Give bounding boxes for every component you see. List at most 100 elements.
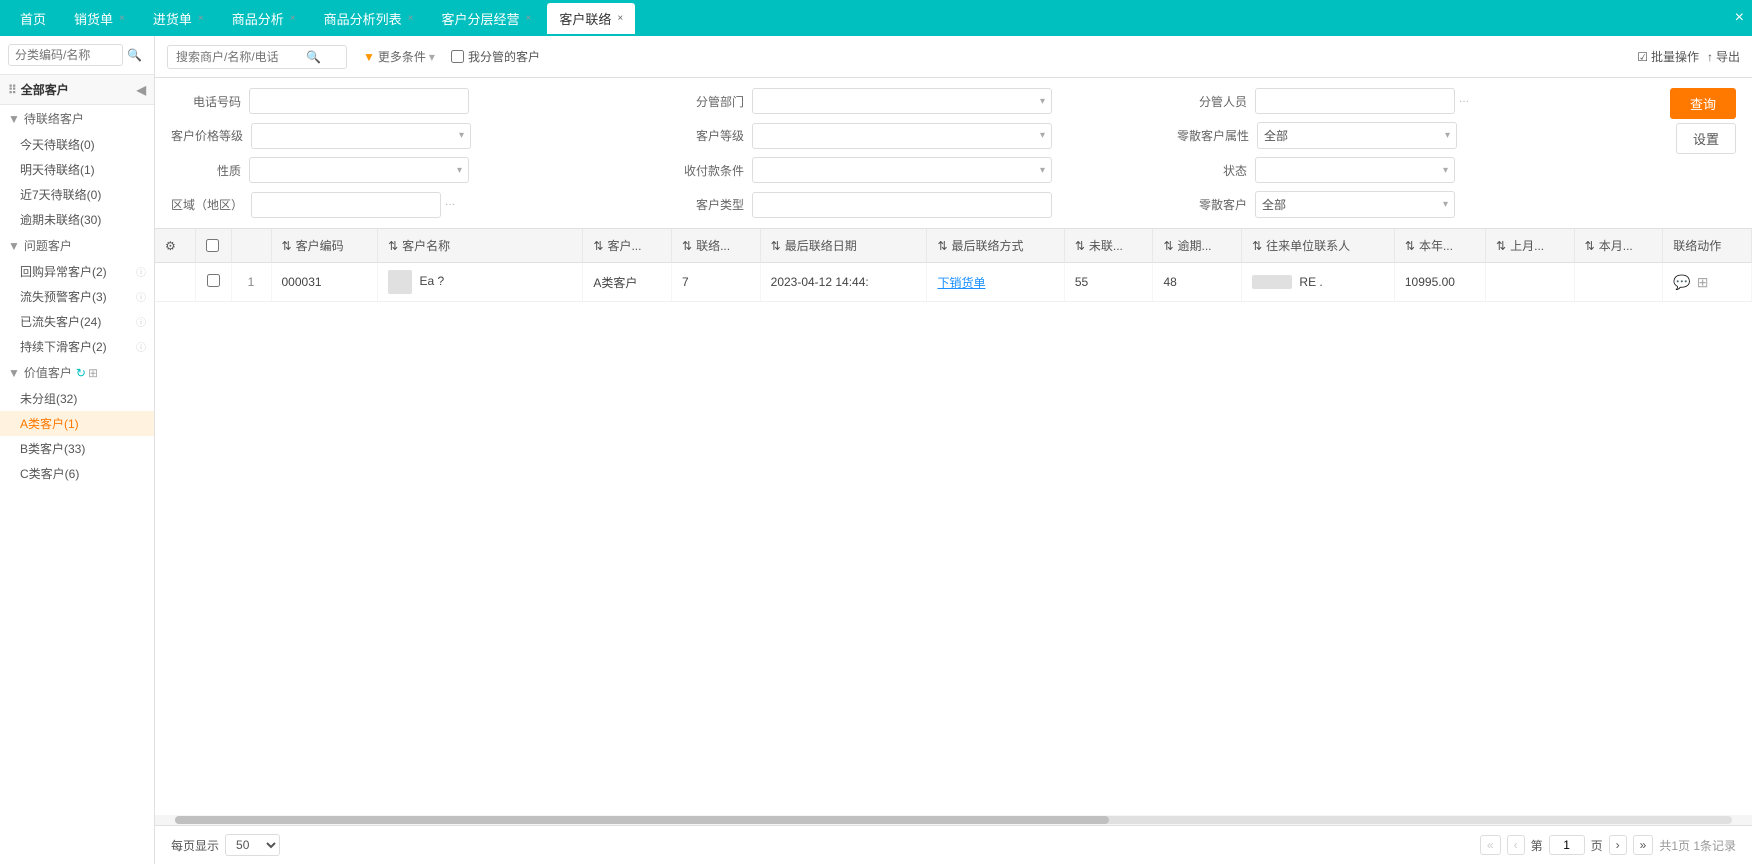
th-last-contact-date[interactable]: ⇅ 最后联络日期 — [760, 229, 927, 263]
th-contact-count[interactable]: ⇅ 联络... — [672, 229, 761, 263]
sidebar-item-overdue[interactable]: 逾期未联络(30) — [0, 207, 154, 232]
th-this-month[interactable]: ⇅ 本月... — [1574, 229, 1663, 263]
filter-person-input[interactable] — [1255, 88, 1455, 114]
filter-customer-level-select[interactable]: ▾ — [752, 123, 1052, 149]
sidebar-item-tomorrow[interactable]: 明天待联络(1) — [0, 157, 154, 182]
close-icon[interactable]: × — [290, 13, 296, 24]
customer-avatar — [388, 270, 412, 294]
page-size-select[interactable]: 50 100 200 — [225, 834, 280, 856]
close-icon[interactable]: × — [525, 13, 531, 24]
sidebar-item-class-c[interactable]: C类客户(6) — [0, 461, 154, 486]
close-all-button[interactable]: × — [1735, 9, 1744, 27]
sidebar-group-problem-title[interactable]: ▼ 问题客户 — [0, 232, 154, 259]
sidebar-search-icon[interactable]: 🔍 — [127, 48, 142, 62]
prev-page-button[interactable]: ‹ — [1507, 835, 1525, 855]
filter-retail-label: 零散客户 — [1177, 196, 1247, 213]
more-options-icon[interactable]: ··· — [445, 199, 455, 210]
first-page-button[interactable]: « — [1480, 835, 1501, 855]
filter-dept-select[interactable]: ▾ — [752, 88, 1052, 114]
refresh-icon[interactable]: ↻ — [76, 366, 86, 380]
filter-customer-type-input[interactable] — [752, 192, 1052, 218]
my-customers-checkbox-label[interactable]: 我分管的客户 — [451, 48, 540, 65]
settings-button[interactable]: 设置 — [1676, 123, 1736, 154]
select-all-checkbox[interactable] — [206, 239, 219, 252]
th-company-contact[interactable]: ⇅ 往来单位联系人 — [1242, 229, 1395, 263]
filter-status-select[interactable]: ▾ — [1255, 157, 1455, 183]
bulk-operation-button[interactable]: ☑ 批量操作 — [1637, 48, 1699, 65]
close-icon[interactable]: × — [198, 13, 204, 24]
last-page-button[interactable]: » — [1633, 835, 1654, 855]
toolbar-search-input[interactable] — [176, 50, 306, 64]
sidebar-collapse-icon[interactable]: ◀ — [137, 83, 146, 97]
my-customers-checkbox[interactable] — [451, 50, 464, 63]
filter-retail-select[interactable]: 全部 ▾ — [1255, 191, 1455, 218]
toolbar-search-icon[interactable]: 🔍 — [306, 50, 321, 64]
sort-icon: ⇅ — [1163, 239, 1173, 253]
sidebar-item-7days[interactable]: 近7天待联络(0) — [0, 182, 154, 207]
nav-tab-customer-contact[interactable]: 客户联络 × — [547, 3, 635, 34]
sidebar-item-churn-warning[interactable]: 流失预警客户(3) ⓘ — [0, 284, 154, 309]
row-gear-cell[interactable] — [155, 263, 195, 302]
filter-phone-input[interactable] — [249, 88, 469, 114]
last-method-link[interactable]: 下销货单 — [937, 276, 985, 290]
sidebar-group-value-title[interactable]: ▼ 价值客户 ↻ ⊞ — [0, 359, 154, 386]
sidebar-group-pending-title[interactable]: ▼ 待联络客户 — [0, 105, 154, 132]
th-last-contact-method[interactable]: ⇅ 最后联络方式 — [927, 229, 1064, 263]
close-icon[interactable]: × — [119, 13, 125, 24]
th-customer-code[interactable]: ⇅ 客户编码 — [271, 229, 378, 263]
sort-icon: ⇅ — [937, 239, 947, 253]
th-last-month[interactable]: ⇅ 上月... — [1486, 229, 1575, 263]
filter-retail-attr-select[interactable]: 全部 ▾ — [1257, 122, 1457, 149]
th-overdue[interactable]: ⇅ 逾期... — [1153, 229, 1242, 263]
message-icon[interactable]: 💬 — [1673, 274, 1690, 291]
th-uncontacted[interactable]: ⇅ 未联... — [1064, 229, 1153, 263]
sidebar-item-declining[interactable]: 持续下滑客户(2) ⓘ — [0, 334, 154, 359]
sort-icon: ⇅ — [282, 239, 292, 253]
close-icon[interactable]: × — [408, 13, 414, 24]
th-this-year[interactable]: ⇅ 本年... — [1394, 229, 1485, 263]
export-button[interactable]: ↑ 导出 — [1707, 48, 1740, 65]
nav-tab-sales[interactable]: 销货单 × — [62, 3, 137, 34]
sidebar-item-class-a[interactable]: A类客户(1) — [0, 411, 154, 436]
th-checkbox[interactable] — [195, 229, 231, 263]
page-number-input[interactable] — [1549, 835, 1585, 855]
total-info: 共1页 1条记录 — [1659, 837, 1736, 854]
th-customer-name[interactable]: ⇅ 客户名称 — [378, 229, 583, 263]
sidebar-all-customers-header[interactable]: ⠿ 全部客户 ◀ — [0, 75, 154, 105]
filter-region-input[interactable] — [251, 192, 441, 218]
info-icon: ⓘ — [136, 264, 146, 279]
sidebar-item-repurchase-anomaly[interactable]: 回购异常客户(2) ⓘ — [0, 259, 154, 284]
th-customer-type[interactable]: ⇅ 客户... — [583, 229, 672, 263]
qr-code-icon[interactable]: ⊞ — [1697, 274, 1709, 291]
row-checkbox-cell[interactable] — [195, 263, 231, 302]
nav-tab-home[interactable]: 首页 — [8, 3, 58, 34]
sidebar-search-input[interactable] — [8, 44, 123, 66]
chevron-down-icon: ▾ — [457, 165, 462, 176]
nav-tab-product-list[interactable]: 商品分析列表 × — [312, 3, 426, 34]
filter-row-4: 区域（地区） ··· 客户类型 零散客户 — [171, 191, 1660, 218]
settings-icon[interactable]: ⊞ — [88, 366, 98, 380]
query-button[interactable]: 查询 — [1670, 88, 1736, 119]
scrollbar-thumb[interactable] — [175, 816, 1109, 824]
filter-price-level-select[interactable]: ▾ — [251, 123, 471, 149]
filter-retail: 零散客户 全部 ▾ — [1177, 191, 1660, 218]
close-icon[interactable]: × — [617, 13, 623, 24]
sidebar-group-problem: ▼ 问题客户 回购异常客户(2) ⓘ 流失预警客户(3) ⓘ 已流失客户(24)… — [0, 232, 154, 359]
horizontal-scrollbar[interactable] — [155, 815, 1752, 825]
row-last-method-cell[interactable]: 下销货单 — [927, 263, 1064, 302]
sidebar-item-churned[interactable]: 已流失客户(24) ⓘ — [0, 309, 154, 334]
filter-payment-select[interactable]: ▾ — [752, 157, 1052, 183]
sidebar-item-today[interactable]: 今天待联络(0) — [0, 132, 154, 157]
nav-tab-purchase[interactable]: 进货单 × — [141, 3, 216, 34]
sidebar-item-unclassified[interactable]: 未分组(32) — [0, 386, 154, 411]
row-checkbox[interactable] — [207, 274, 220, 287]
filter-more-button[interactable]: ▼ 更多条件 ▾ — [355, 44, 443, 69]
nav-tab-customer-tier[interactable]: 客户分层经营 × — [429, 3, 543, 34]
sidebar-item-class-b[interactable]: B类客户(33) — [0, 436, 154, 461]
more-options-icon[interactable]: ··· — [1459, 96, 1469, 107]
next-page-button[interactable]: › — [1609, 835, 1627, 855]
filter-nature-select[interactable]: ▾ — [249, 157, 469, 183]
filter-price-level: 客户价格等级 ▾ — [171, 123, 654, 149]
th-gear[interactable]: ⚙ — [155, 229, 195, 263]
nav-tab-product-analysis[interactable]: 商品分析 × — [220, 3, 308, 34]
